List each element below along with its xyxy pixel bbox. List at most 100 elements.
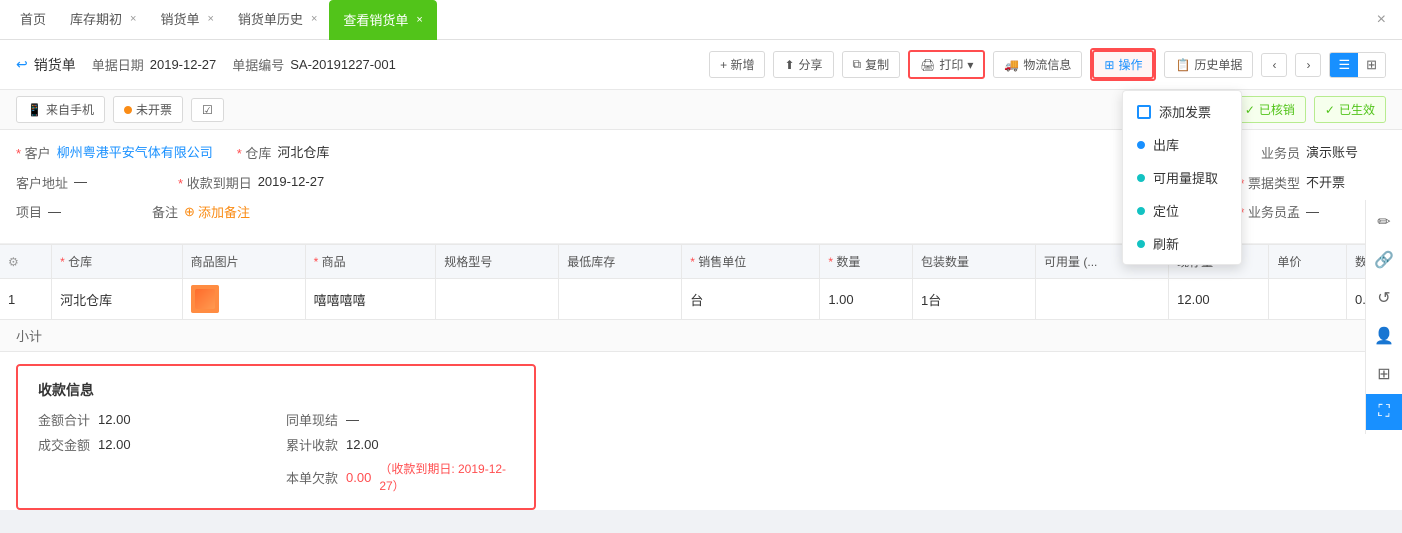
window-close-button[interactable]: × <box>1369 11 1394 29</box>
balance-label: 本单欠款 <box>286 468 338 487</box>
total-amount-item: 金额合计 12.00 <box>38 410 266 429</box>
tab-view-sales-close[interactable]: × <box>416 14 422 26</box>
tab-home-label: 首页 <box>20 9 46 28</box>
transaction-item: 成交金额 12.00 <box>38 435 266 454</box>
print-icon: 🖨 <box>920 58 935 72</box>
copy-button[interactable]: ⧉ 复制 <box>842 51 901 78</box>
transaction-label: 成交金额 <box>38 435 90 454</box>
right-sidebar: ✏ 🔗 ↺ 👤 ⊞ ⛶ <box>1365 200 1402 434</box>
from-phone-button[interactable]: 📱 来自手机 <box>16 96 105 123</box>
plus-icon: ⊕ <box>184 204 195 220</box>
transaction-value: 12.00 <box>98 437 131 452</box>
tab-sales-order-close[interactable]: × <box>207 13 213 25</box>
customer-value[interactable]: 柳州粤港平安气体有限公司 <box>57 142 213 162</box>
note-field: 备注 ⊕ 添加备注 <box>152 202 250 221</box>
available-qty-label: 可用量提取 <box>1153 168 1218 187</box>
agent-label: 业务员孟 <box>1239 202 1300 221</box>
sidebar-fullscreen-button[interactable]: ⛶ <box>1366 394 1402 430</box>
row-sales-unit: 台 <box>682 279 820 320</box>
check-icon-effective: ✓ <box>1325 103 1335 117</box>
print-button[interactable]: 🖨 打印 ▾ <box>908 50 985 79</box>
truck-icon: 🚚 <box>1004 58 1019 72</box>
effective-button[interactable]: ✓ 已生效 <box>1314 96 1386 123</box>
tab-sales-history-close[interactable]: × <box>311 13 317 25</box>
add-invoice-label: 添加发票 <box>1159 102 1211 121</box>
total-amount-label: 金额合计 <box>38 410 90 429</box>
nav-prev-button[interactable]: ‹ <box>1261 53 1287 77</box>
balance-note-item: 本单欠款 0.00 （收款到期日: 2019-12-27） <box>286 460 514 494</box>
doc-number-value: SA-20191227-001 <box>290 57 396 72</box>
tab-sales-history[interactable]: 销货单历史 × <box>226 0 329 40</box>
nav-next-button[interactable]: › <box>1295 53 1321 77</box>
add-note-label: 添加备注 <box>198 202 250 221</box>
tab-sales-order[interactable]: 销货单 × <box>148 0 225 40</box>
row-quantity: 1.00 <box>820 279 913 320</box>
tab-inventory-init[interactable]: 库存期初 × <box>58 0 148 40</box>
same-order-value: — <box>346 412 359 427</box>
sidebar-edit-button[interactable]: ✏ <box>1366 204 1402 240</box>
dropdown-available-qty[interactable]: 可用量提取 <box>1123 161 1241 194</box>
customer-label: 客户 <box>16 143 51 162</box>
phone-icon: 📱 <box>27 103 42 117</box>
salesperson-value: 演示账号 <box>1306 142 1386 162</box>
col-min-stock: 最低库存 <box>559 245 682 279</box>
tab-inventory-close[interactable]: × <box>130 13 136 25</box>
row-stock: 12.00 <box>1169 279 1269 320</box>
logistics-button[interactable]: 🚚 物流信息 <box>993 51 1082 78</box>
payment-date-field: 收款到期日 2019-12-27 <box>178 173 338 192</box>
row-product: 嘻嘻嘻嘻 <box>305 279 436 320</box>
cumulative-value: 12.00 <box>346 437 379 452</box>
row-index: 1 <box>0 279 52 320</box>
warehouse-value: 河北仓库 <box>277 142 357 162</box>
sidebar-user-button[interactable]: 👤 <box>1366 318 1402 354</box>
sidebar-link-button[interactable]: 🔗 <box>1366 242 1402 278</box>
col-settings[interactable]: ⚙ <box>0 245 52 279</box>
operations-dropdown: 添加发票 出库 可用量提取 定位 刷新 <box>1122 90 1242 265</box>
balance-note: （收款到期日: 2019-12-27） <box>379 460 514 494</box>
summary-title: 收款信息 <box>38 380 514 400</box>
doc-number-field: 单据编号 SA-20191227-001 <box>232 55 396 74</box>
cumulative-item: 累计收款 12.00 <box>286 435 514 454</box>
col-quantity: * 数量 <box>820 245 913 279</box>
payment-date-label: 收款到期日 <box>178 173 252 192</box>
checkbox-button[interactable]: ☑ <box>191 98 224 122</box>
cancelled-label: 已核销 <box>1259 101 1295 118</box>
new-button[interactable]: + 新增 <box>709 51 765 78</box>
grid-view-button[interactable]: ⊞ <box>1358 53 1385 77</box>
copy-label: 复制 <box>865 56 889 73</box>
operations-button[interactable]: ⊞ 操作 <box>1092 50 1154 79</box>
share-button[interactable]: ⬆ 分享 <box>773 51 833 78</box>
tab-sales-history-label: 销货单历史 <box>238 9 303 28</box>
warehouse-out-label: 出库 <box>1153 135 1179 154</box>
history-button[interactable]: 📋 历史单据 <box>1164 51 1253 78</box>
agent-field: 业务员孟 — <box>1239 202 1386 221</box>
refresh-label: 刷新 <box>1153 234 1179 253</box>
add-note-button[interactable]: ⊕ 添加备注 <box>184 202 250 221</box>
share-label: 分享 <box>799 56 823 73</box>
table-row: 1 河北仓库 嘻嘻嘻嘻 台 1.00 1台 12.00 <box>0 279 1402 320</box>
row-model <box>436 279 559 320</box>
summary-box: 收款信息 金额合计 12.00 同单现结 — 成交金额 12.00 累计收款 1… <box>16 364 536 510</box>
cancelled-button[interactable]: ✓ 已核销 <box>1234 96 1306 123</box>
col-warehouse: * 仓库 <box>52 245 183 279</box>
summary-grid: 金额合计 12.00 同单现结 — 成交金额 12.00 累计收款 12.00 … <box>38 410 514 494</box>
dropdown-warehouse-out[interactable]: 出库 <box>1123 128 1241 161</box>
list-view-button[interactable]: ☰ <box>1330 53 1358 77</box>
dropdown-refresh[interactable]: 刷新 <box>1123 227 1241 260</box>
from-phone-label: 来自手机 <box>46 101 94 118</box>
sidebar-grid-button[interactable]: ⊞ <box>1366 356 1402 392</box>
ticket-type-label: 票据类型 <box>1239 173 1300 192</box>
project-value: — <box>48 204 128 220</box>
not-opened-button[interactable]: 未开票 <box>113 96 183 123</box>
balance-value: 0.00 <box>346 470 371 485</box>
row-unit-price <box>1269 279 1347 320</box>
tab-home[interactable]: 首页 <box>8 0 58 40</box>
sidebar-rotate-button[interactable]: ↺ <box>1366 280 1402 316</box>
warehouse-field: 仓库 河北仓库 <box>237 142 358 162</box>
dropdown-add-invoice[interactable]: 添加发票 <box>1123 95 1241 128</box>
tab-view-sales[interactable]: 查看销货单 × <box>329 0 436 40</box>
effective-label: 已生效 <box>1339 101 1375 118</box>
doc-date-value: 2019-12-27 <box>150 57 217 72</box>
locate-label: 定位 <box>1153 201 1179 220</box>
dropdown-locate[interactable]: 定位 <box>1123 194 1241 227</box>
